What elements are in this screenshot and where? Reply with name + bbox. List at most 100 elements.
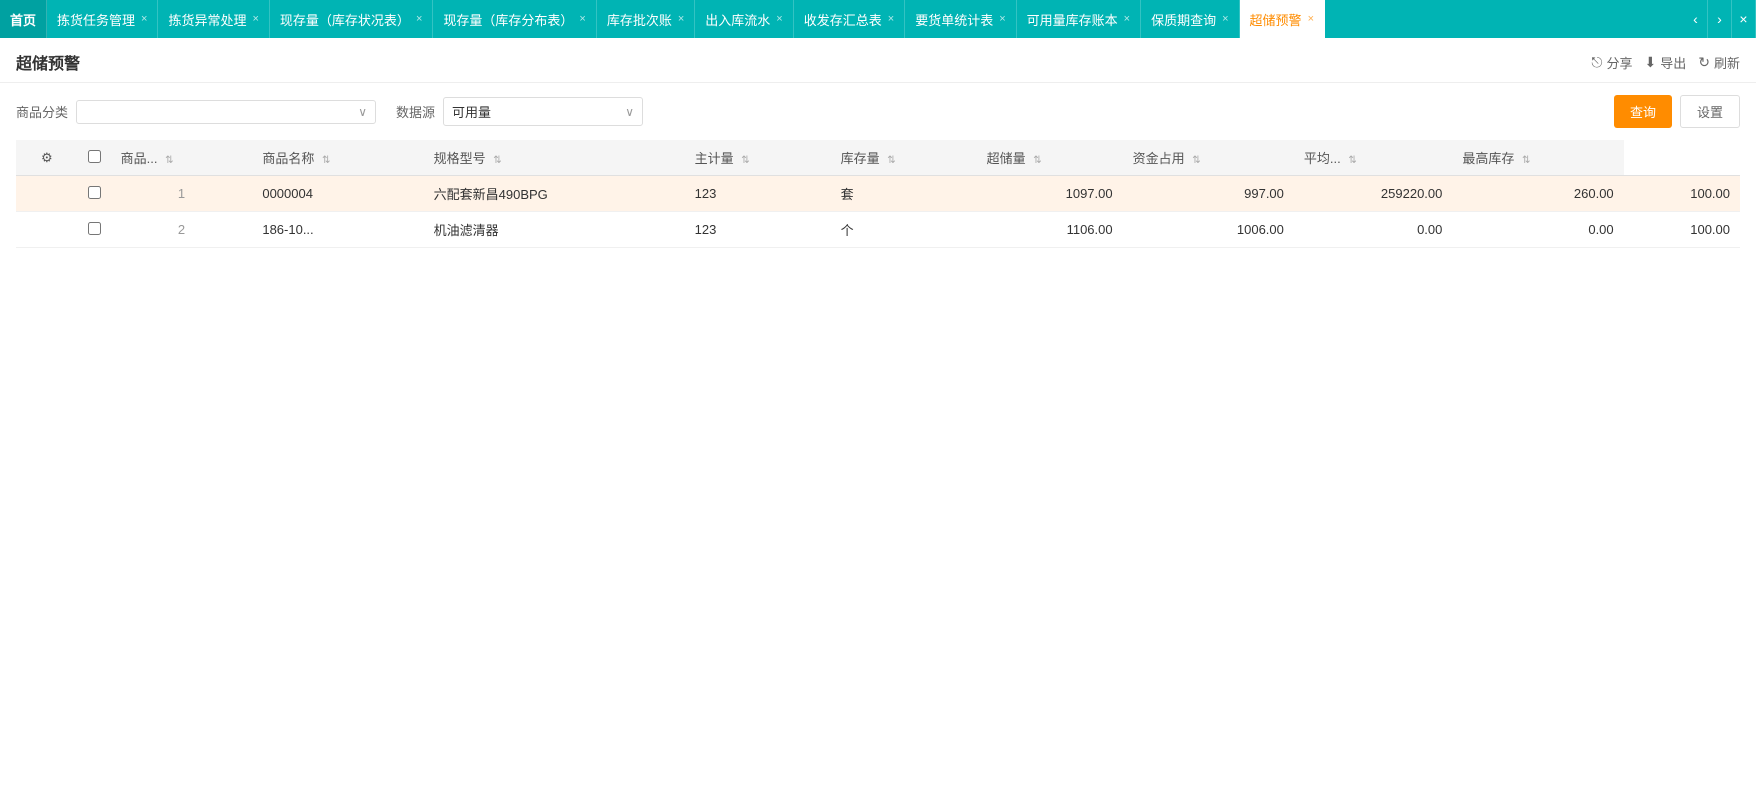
td-product-code: 186-10... [252, 212, 423, 248]
sort-product-code-icon: ⇅ [165, 155, 173, 166]
close-pick-exception[interactable]: × [252, 13, 258, 25]
category-select[interactable]: ∨ [76, 100, 376, 124]
share-icon: ⎋ [1591, 54, 1602, 71]
th-stock-qty-label: 库存量 [841, 151, 880, 166]
sort-product-name-icon: ⇅ [322, 155, 330, 166]
sort-stock-qty-icon: ⇅ [887, 155, 895, 166]
close-stock-status[interactable]: × [416, 13, 422, 25]
settings-button[interactable]: 设置 [1680, 95, 1740, 128]
datasource-filter: 数据源 可用量 ∨ [396, 97, 643, 126]
close-order-stat[interactable]: × [999, 13, 1005, 25]
sort-unit-icon: ⇅ [741, 155, 749, 166]
th-overstock-qty-label: 超储量 [987, 151, 1026, 166]
page-header: 超储预警 ⎋ 分享 ⬇ 导出 ↻ 刷新 [0, 38, 1756, 83]
gear-icon[interactable]: ⚙ [41, 150, 53, 165]
datasource-label: 数据源 [396, 102, 435, 121]
th-avg[interactable]: 平均... ⇅ [1294, 140, 1452, 176]
close-stock-summary[interactable]: × [888, 13, 894, 25]
td-checkbox [78, 176, 111, 212]
td-avg: 260.00 [1452, 176, 1623, 212]
sort-capital-occ-icon: ⇅ [1192, 155, 1200, 166]
data-table: ⚙ 商品... ⇅ 商品名称 ⇅ 规格型号 ⇅ [16, 140, 1740, 248]
header-actions: ⎋ 分享 ⬇ 导出 ↻ 刷新 [1591, 53, 1740, 72]
nav-tab-pick-task[interactable]: 拣货任务管理 × [47, 0, 158, 38]
th-max-stock-label: 最高库存 [1462, 151, 1514, 166]
td-max-stock: 100.00 [1624, 176, 1740, 212]
category-chevron-icon: ∨ [358, 105, 367, 119]
nav-tab-stock-status[interactable]: 现存量（库存状况表） × [270, 0, 433, 38]
td-unit: 个 [831, 212, 977, 248]
th-avg-label: 平均... [1304, 151, 1341, 166]
select-all-checkbox[interactable] [88, 150, 101, 163]
category-filter: 商品分类 ∨ [16, 100, 376, 124]
nav-arrow-close[interactable]: × [1732, 0, 1756, 38]
main-content: 超储预警 ⎋ 分享 ⬇ 导出 ↻ 刷新 商品分类 ∨ 数据源 [0, 38, 1756, 800]
th-settings: ⚙ [16, 140, 78, 176]
nav-tab-stock-summary[interactable]: 收发存汇总表 × [794, 0, 905, 38]
td-product-name: 机油滤清器 [424, 212, 685, 248]
td-overstock-qty: 1006.00 [1123, 212, 1294, 248]
share-button[interactable]: ⎋ 分享 [1591, 53, 1632, 72]
th-product-name[interactable]: 商品名称 ⇅ [252, 140, 423, 176]
th-product-code[interactable]: 商品... ⇅ [111, 140, 253, 176]
close-stock-batch[interactable]: × [678, 13, 684, 25]
row-checkbox-0[interactable] [88, 186, 101, 199]
nav-tab-stock-batch[interactable]: 库存批次账 × [597, 0, 695, 38]
td-num: 2 [111, 212, 253, 248]
top-nav: 首页 拣货任务管理 × 拣货异常处理 × 现存量（库存状况表） × 现存量（库存… [0, 0, 1756, 38]
nav-arrow-right[interactable]: › [1708, 0, 1732, 38]
td-capital-occ: 0.00 [1294, 212, 1452, 248]
datasource-chevron-icon: ∨ [625, 105, 634, 119]
filter-area: 商品分类 ∨ 数据源 可用量 ∨ 查询 设置 [0, 83, 1756, 140]
close-stock-dist[interactable]: × [579, 13, 585, 25]
nav-tab-home[interactable]: 首页 [0, 0, 47, 38]
th-checkbox [78, 140, 111, 176]
nav-tab-shelf-life[interactable]: 保质期查询 × [1141, 0, 1239, 38]
nav-arrow-left[interactable]: ‹ [1684, 0, 1708, 38]
table-container: ⚙ 商品... ⇅ 商品名称 ⇅ 规格型号 ⇅ [0, 140, 1756, 248]
th-max-stock[interactable]: 最高库存 ⇅ [1452, 140, 1623, 176]
sort-spec-icon: ⇅ [493, 155, 501, 166]
td-product-code: 0000004 [252, 176, 423, 212]
export-button[interactable]: ⬇ 导出 [1645, 53, 1687, 72]
close-overstock[interactable]: × [1308, 13, 1314, 25]
table-row: 1 0000004 六配套新昌490BPG 123 套 1097.00 997.… [16, 176, 1740, 212]
row-checkbox-1[interactable] [88, 222, 101, 235]
th-overstock-qty[interactable]: 超储量 ⇅ [977, 140, 1123, 176]
td-unit: 套 [831, 176, 977, 212]
refresh-button[interactable]: ↻ 刷新 [1698, 53, 1740, 72]
th-unit[interactable]: 主计量 ⇅ [685, 140, 831, 176]
th-capital-occ[interactable]: 资金占用 ⇅ [1123, 140, 1294, 176]
category-label: 商品分类 [16, 102, 68, 121]
table-header-row: ⚙ 商品... ⇅ 商品名称 ⇅ 规格型号 ⇅ [16, 140, 1740, 176]
export-icon: ⬇ [1645, 54, 1657, 71]
th-spec[interactable]: 规格型号 ⇅ [424, 140, 685, 176]
th-spec-label: 规格型号 [434, 151, 486, 166]
nav-tab-avail-stock[interactable]: 可用量库存账本 × [1017, 0, 1141, 38]
td-settings [16, 176, 78, 212]
datasource-select[interactable]: 可用量 ∨ [443, 97, 643, 126]
query-button[interactable]: 查询 [1614, 95, 1672, 128]
close-stock-flow[interactable]: × [776, 13, 782, 25]
filter-actions: 查询 设置 [1614, 95, 1740, 128]
td-spec: 123 [685, 176, 831, 212]
sort-overstock-qty-icon: ⇅ [1033, 155, 1041, 166]
th-product-name-label: 商品名称 [262, 151, 314, 166]
nav-tab-stock-flow[interactable]: 出入库流水 × [695, 0, 793, 38]
nav-tabs: 首页 拣货任务管理 × 拣货异常处理 × 现存量（库存状况表） × 现存量（库存… [0, 0, 1684, 38]
close-avail-stock[interactable]: × [1124, 13, 1130, 25]
nav-tab-overstock[interactable]: 超储预警 × [1240, 0, 1325, 38]
close-pick-task[interactable]: × [141, 13, 147, 25]
td-stock-qty: 1106.00 [977, 212, 1123, 248]
td-overstock-qty: 997.00 [1123, 176, 1294, 212]
nav-tab-order-stat[interactable]: 要货单统计表 × [905, 0, 1016, 38]
close-shelf-life[interactable]: × [1222, 13, 1228, 25]
td-product-name: 六配套新昌490BPG [424, 176, 685, 212]
th-stock-qty[interactable]: 库存量 ⇅ [831, 140, 977, 176]
table-body: 1 0000004 六配套新昌490BPG 123 套 1097.00 997.… [16, 176, 1740, 248]
sort-avg-icon: ⇅ [1348, 155, 1356, 166]
td-settings [16, 212, 78, 248]
nav-tab-stock-dist[interactable]: 现存量（库存分布表） × [433, 0, 596, 38]
td-stock-qty: 1097.00 [977, 176, 1123, 212]
nav-tab-pick-exception[interactable]: 拣货异常处理 × [158, 0, 269, 38]
